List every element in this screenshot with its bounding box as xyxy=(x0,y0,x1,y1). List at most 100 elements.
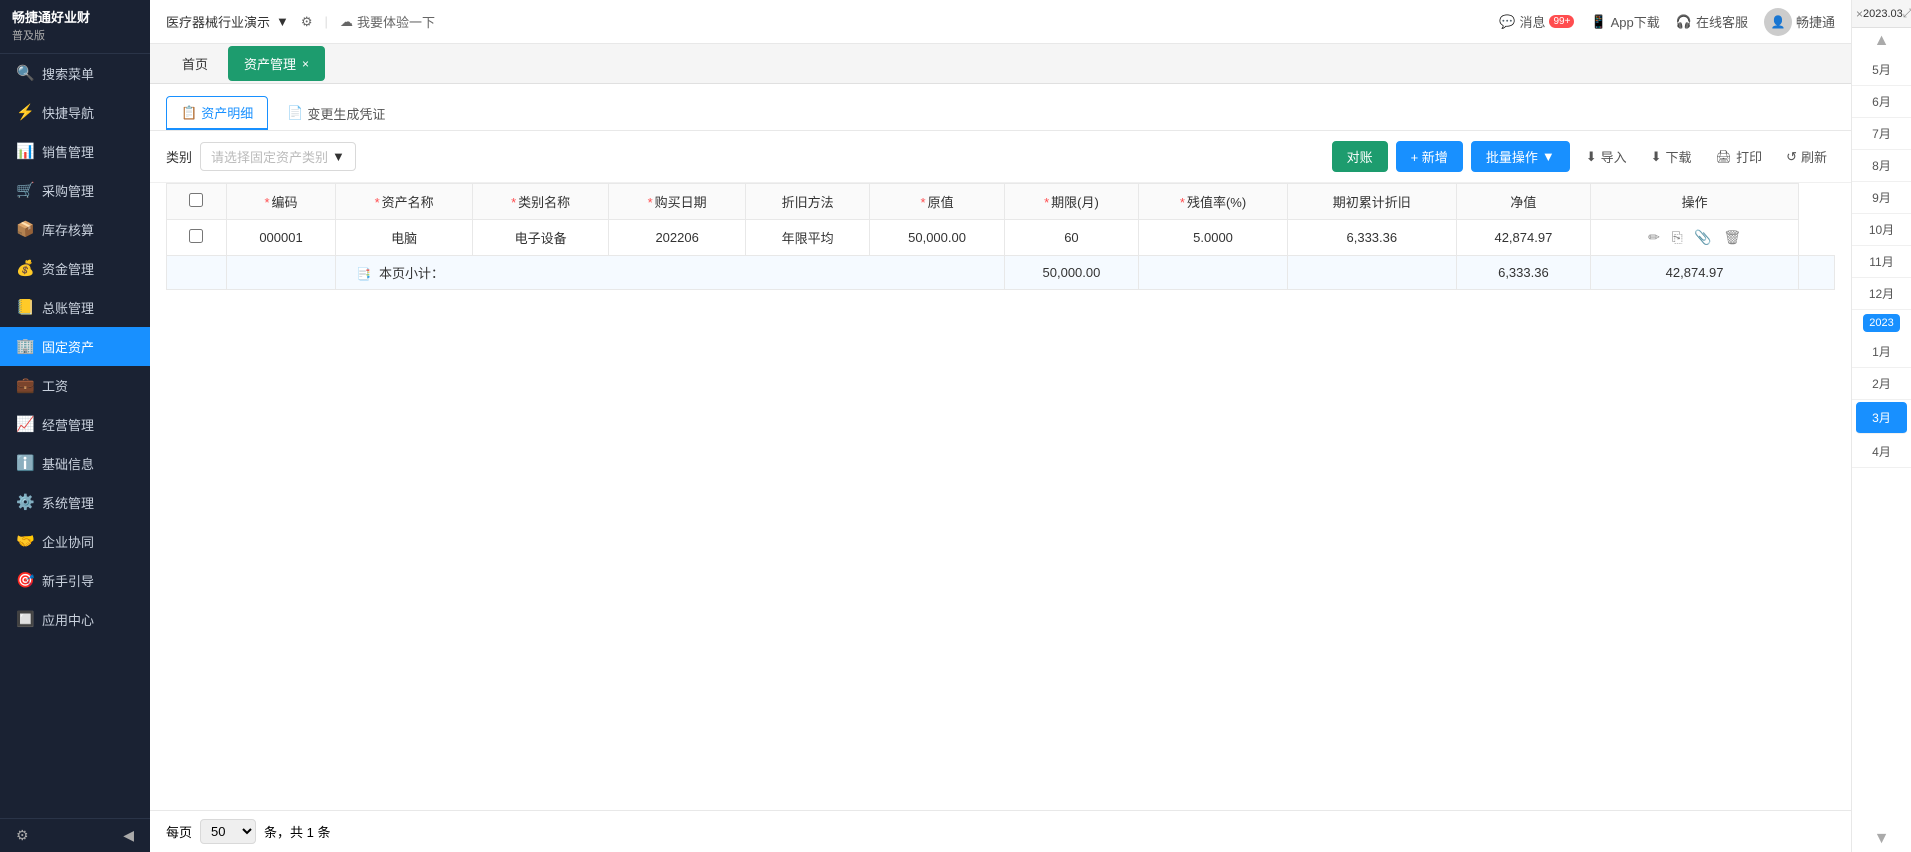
th-category: *类别名称 xyxy=(472,184,609,220)
tab-close-icon[interactable]: × xyxy=(302,57,309,71)
app-download-button[interactable]: 📱 App下载 xyxy=(1590,12,1659,31)
edit-button[interactable]: ✏ xyxy=(1644,227,1664,248)
row-name: 电脑 xyxy=(336,220,473,256)
cal-month-12[interactable]: 12月 xyxy=(1852,278,1911,310)
sidebar-item-search[interactable]: 🔍 搜索菜单 xyxy=(0,54,150,93)
subtotal-original-value: 50,000.00 xyxy=(1004,256,1138,290)
company-selector[interactable]: 医疗器械行业演示 ▼ xyxy=(166,12,289,31)
cal-month-6[interactable]: 6月 xyxy=(1852,86,1911,118)
sidebar-item-fixed-assets[interactable]: 🏢 固定资产 xyxy=(0,327,150,366)
sub-tab-asset-detail-label: 资产明细 xyxy=(201,103,253,122)
cal-month-2[interactable]: 2月 xyxy=(1852,368,1911,400)
try-feature[interactable]: ☁ 我要体验一下 xyxy=(340,12,435,31)
batch-ops-label: 批量操作 xyxy=(1486,147,1538,166)
import-label: 导入 xyxy=(1601,147,1627,166)
tab-home[interactable]: 首页 xyxy=(166,46,224,81)
app-subtitle: 普及版 xyxy=(12,27,138,43)
sidebar-label-app-center: 应用中心 xyxy=(42,610,94,629)
asset-detail-icon: 📋 xyxy=(181,105,197,121)
row-residual-rate: 5.0000 xyxy=(1139,220,1288,256)
calendar-scroll-down[interactable]: ▼ xyxy=(1852,826,1911,852)
select-all-checkbox[interactable] xyxy=(189,193,203,207)
reconcile-label: 对账 xyxy=(1347,147,1373,166)
sidebar-item-quick-nav[interactable]: ⚡ 快捷导航 xyxy=(0,93,150,132)
cal-month-10[interactable]: 10月 xyxy=(1852,214,1911,246)
online-service-button[interactable]: 🎧 在线客服 xyxy=(1676,12,1748,31)
download-label: 下载 xyxy=(1666,147,1692,166)
reconcile-button[interactable]: 对账 xyxy=(1332,141,1388,172)
user-name: 畅捷通 xyxy=(1796,12,1835,31)
right-panel-close-button[interactable]: × xyxy=(1856,7,1863,21)
print-icon: 🖨 xyxy=(1716,149,1733,165)
sidebar-item-basic-info[interactable]: ℹ️ 基础信息 xyxy=(0,444,150,483)
settings-icon[interactable]: ⚙ xyxy=(16,827,29,844)
delete-button[interactable]: 🗑 xyxy=(1719,227,1745,248)
sidebar-item-purchase[interactable]: 🛒 采购管理 xyxy=(0,171,150,210)
cal-month-9[interactable]: 9月 xyxy=(1852,182,1911,214)
calendar-list: 5月 6月 7月 8月 9月 10月 11月 12月 2023 1月 2月 3月… xyxy=(1852,54,1911,826)
per-page-select[interactable]: 50 10 20 100 xyxy=(200,819,256,844)
sub-tab-change-voucher[interactable]: 📄 变更生成凭证 xyxy=(272,97,400,130)
new-button[interactable]: + 新增 xyxy=(1396,141,1463,172)
sidebar-bottom: ⚙ ◀ xyxy=(0,818,150,852)
th-net-value: 净值 xyxy=(1456,184,1590,220)
user-avatar[interactable]: 👤 畅捷通 xyxy=(1764,8,1835,36)
right-panel-header: × 2023.03 ⤢ xyxy=(1852,0,1911,28)
row-checkbox[interactable] xyxy=(167,220,227,256)
cal-month-3[interactable]: 3月 xyxy=(1856,402,1907,434)
app-download-label: App下载 xyxy=(1611,12,1660,31)
tab-home-label: 首页 xyxy=(182,57,208,72)
settings-gear-icon[interactable]: ⚙ xyxy=(301,14,313,30)
print-button[interactable]: 🖨 打印 xyxy=(1708,142,1771,171)
sidebar-item-guide[interactable]: 🎯 新手引导 xyxy=(0,561,150,600)
cal-month-7[interactable]: 7月 xyxy=(1852,118,1911,150)
sidebar-item-funds[interactable]: 💰 资金管理 xyxy=(0,249,150,288)
sidebar-item-app-center[interactable]: 🔲 应用中心 xyxy=(0,600,150,639)
tab-asset-mgmt[interactable]: 资产管理 × xyxy=(228,46,325,81)
subtotal-label: 📑 本页小计： xyxy=(336,256,1004,290)
sub-tab-asset-detail[interactable]: 📋 资产明细 xyxy=(166,96,268,130)
sub-tabs: 📋 资产明细 📄 变更生成凭证 xyxy=(150,84,1851,131)
cal-month-11[interactable]: 11月 xyxy=(1852,246,1911,278)
row-period-depreciation: 6,333.36 xyxy=(1287,220,1456,256)
table-row: 000001 电脑 电子设备 202206 年限平均 50,000.00 60 … xyxy=(167,220,1835,256)
sidebar-item-operation[interactable]: 📈 经营管理 xyxy=(0,405,150,444)
sidebar-item-enterprise[interactable]: 🤝 企业协同 xyxy=(0,522,150,561)
sidebar-item-inventory[interactable]: 📦 库存核算 xyxy=(0,210,150,249)
move-button[interactable]: 📎 xyxy=(1690,227,1715,248)
batch-ops-button[interactable]: 批量操作 ▼ xyxy=(1471,141,1570,172)
new-label: + 新增 xyxy=(1411,147,1448,166)
row-select-checkbox[interactable] xyxy=(189,229,203,243)
subtotal-period-empty xyxy=(1139,256,1288,290)
enterprise-icon: 🤝 xyxy=(16,532,34,550)
right-panel-expand-button[interactable]: ⤢ xyxy=(1903,6,1911,21)
refresh-button[interactable]: ↺ 刷新 xyxy=(1778,142,1835,171)
th-period: *期限(月) xyxy=(1004,184,1138,220)
message-button[interactable]: 💬 消息 99+ xyxy=(1499,12,1574,31)
sidebar-item-salary[interactable]: 💼 工资 xyxy=(0,366,150,405)
sidebar-item-system[interactable]: ⚙️ 系统管理 xyxy=(0,483,150,522)
sidebar-label-enterprise: 企业协同 xyxy=(42,532,94,551)
category-filter[interactable]: 请选择固定资产类别 ▼ xyxy=(200,142,356,171)
per-page-label: 每页 xyxy=(166,822,192,841)
copy-button[interactable]: ⎘ xyxy=(1667,227,1686,248)
sidebar-label-fixed-assets: 固定资产 xyxy=(42,337,94,356)
row-original-value: 50,000.00 xyxy=(870,220,1004,256)
calendar-scroll-up[interactable]: ▲ xyxy=(1852,28,1911,54)
funds-icon: 💰 xyxy=(16,259,34,277)
th-checkbox xyxy=(167,184,227,220)
cal-month-4[interactable]: 4月 xyxy=(1852,436,1911,468)
cal-month-5[interactable]: 5月 xyxy=(1852,54,1911,86)
sidebar-label-sales: 销售管理 xyxy=(42,142,94,161)
sidebar-item-sales[interactable]: 📊 销售管理 xyxy=(0,132,150,171)
download-button[interactable]: ⬇ 下载 xyxy=(1643,142,1700,171)
cal-month-8[interactable]: 8月 xyxy=(1852,150,1911,182)
cal-month-1[interactable]: 1月 xyxy=(1852,336,1911,368)
pagination: 每页 50 10 20 100 条，共 1 条 xyxy=(150,810,1851,852)
import-button[interactable]: ⬇ 导入 xyxy=(1578,142,1635,171)
collapse-icon[interactable]: ◀ xyxy=(123,827,134,844)
category-dropdown-icon: ▼ xyxy=(332,149,345,164)
sidebar-item-ledger[interactable]: 📒 总账管理 xyxy=(0,288,150,327)
message-icon: 💬 xyxy=(1499,14,1515,30)
row-purchase-date: 202206 xyxy=(609,220,746,256)
